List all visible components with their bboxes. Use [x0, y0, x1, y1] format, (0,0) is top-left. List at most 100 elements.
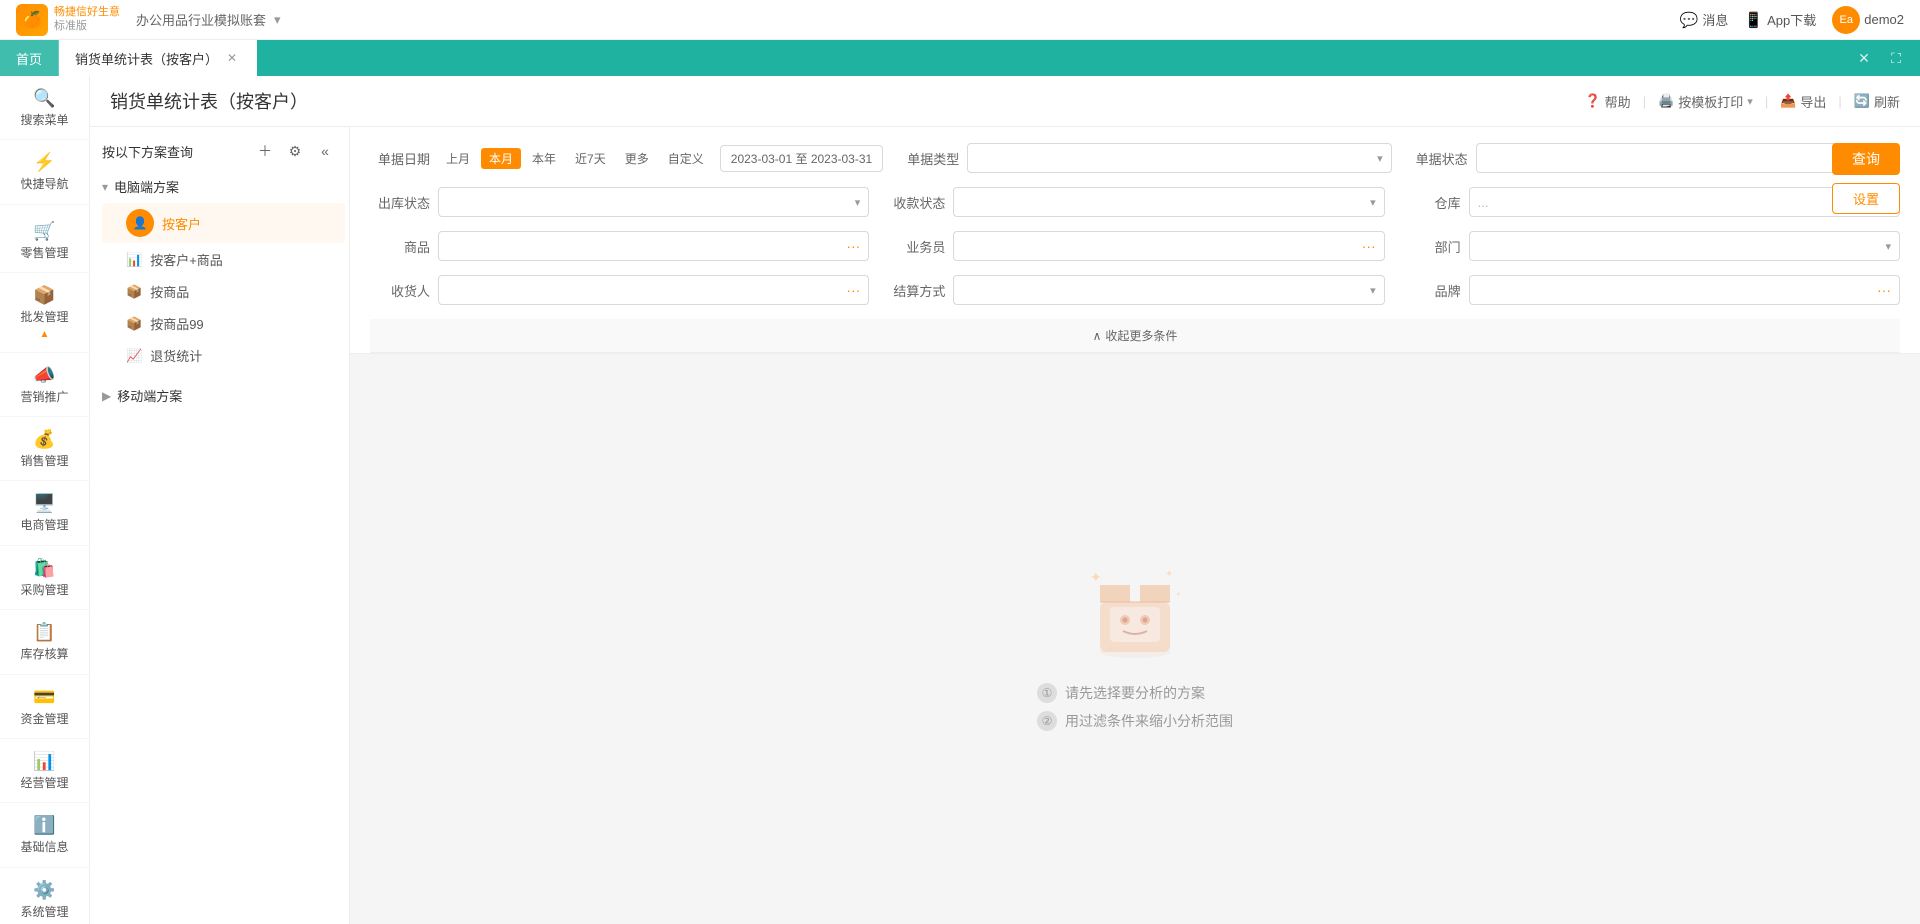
schema-item-return-stats[interactable]: 📈 退货统计	[102, 340, 345, 371]
sidebar-item-basic-info[interactable]: ℹ️ 基础信息	[0, 803, 89, 867]
schema-group-mobile: ▶ 移动端方案	[90, 380, 349, 419]
page-header: 销货单统计表（按客户） ❓ 帮助 | 🖨️ 按模板打印 ▾ | 📤 导出 |	[90, 76, 1920, 127]
receiver-select[interactable]: ···	[438, 275, 869, 305]
active-dot: 👤	[126, 209, 154, 237]
date-tab-last-month[interactable]: 上月	[438, 148, 478, 169]
warehouse-filter: 仓库 ...	[1401, 187, 1900, 217]
right-panel: 单据日期 上月 本月 本年 近7天 更多 自定义 2023-03-01 至 20…	[350, 127, 1920, 924]
ecommerce-icon: 🖥️	[33, 493, 55, 514]
avatar: Ea	[1832, 6, 1860, 34]
filter-settings-button[interactable]: 设置	[1832, 183, 1900, 214]
tab-actions: ✕ ⛶	[1840, 40, 1920, 76]
order-type-label: 单据类型	[899, 149, 959, 168]
tab-fullscreen-button[interactable]: ⛶	[1884, 46, 1908, 70]
payment-status-select[interactable]: ▾	[953, 187, 1384, 217]
order-status-label: 单据状态	[1408, 149, 1468, 168]
product-select[interactable]: ···	[438, 231, 869, 261]
export-button[interactable]: 📤 导出	[1780, 92, 1826, 111]
finance-icon: 💳	[33, 687, 55, 708]
department-dropdown-icon: ▾	[1885, 240, 1891, 253]
salesperson-filter: 业务员 ···	[885, 231, 1384, 261]
quick-nav-icon: ⚡	[33, 152, 55, 173]
help-button[interactable]: ❓ 帮助	[1584, 92, 1630, 111]
collapse-schema-button[interactable]: «	[313, 139, 337, 163]
print-dropdown-icon[interactable]: ▾	[1747, 95, 1753, 108]
tab-home[interactable]: 首页	[0, 40, 59, 76]
filter-row-1: 单据日期 上月 本月 本年 近7天 更多 自定义 2023-03-01 至 20…	[370, 143, 1900, 173]
tab-sales-stats[interactable]: 销货单统计表（按客户） ✕	[59, 40, 257, 76]
date-tab-more[interactable]: 更多	[617, 148, 657, 169]
sales-stats-tab-label: 销货单统计表（按客户）	[75, 49, 218, 68]
main-layout: 🔍 搜索菜单 ⚡ 快捷导航 🛒 零售管理 📦 批发管理 ▲ 📣 营销推广 💰 销…	[0, 76, 1920, 924]
date-tab-this-month[interactable]: 本月	[481, 148, 521, 169]
left-sidebar: 🔍 搜索菜单 ⚡ 快捷导航 🛒 零售管理 📦 批发管理 ▲ 📣 营销推广 💰 销…	[0, 76, 90, 924]
tab-close-all-button[interactable]: ✕	[1852, 46, 1876, 70]
svg-text:✦: ✦	[1165, 569, 1173, 580]
schema-item-by-customer[interactable]: 👤 按客户	[102, 203, 345, 243]
dropdown-icon[interactable]: ▾	[274, 12, 281, 28]
sidebar-item-system[interactable]: ⚙️ 系统管理	[0, 868, 89, 924]
settlement-select[interactable]: ▾	[953, 275, 1384, 305]
schema-item-by-product[interactable]: 📦 按商品	[102, 276, 345, 307]
brand-select[interactable]: ···	[1469, 275, 1900, 305]
refresh-button[interactable]: 🔄 刷新	[1854, 92, 1900, 111]
logo-icon: 🍊	[16, 4, 48, 36]
settings-schema-button[interactable]: ⚙	[283, 139, 307, 163]
date-tab-custom[interactable]: 自定义	[660, 148, 712, 169]
collapse-bar[interactable]: ∧ 收起更多条件	[370, 319, 1900, 353]
order-type-select[interactable]: ▾	[967, 143, 1391, 173]
sidebar-item-finance[interactable]: 💳 资金管理	[0, 675, 89, 739]
date-label: 单据日期	[370, 149, 430, 168]
sidebar-item-sales[interactable]: 💰 销售管理	[0, 417, 89, 481]
salesperson-more-icon: ···	[1362, 238, 1376, 254]
sidebar-item-inventory[interactable]: 📋 库存核算	[0, 610, 89, 674]
order-type-dropdown-icon: ▾	[1377, 152, 1383, 165]
settlement-label: 结算方式	[885, 281, 945, 300]
inventory-icon: 📋	[33, 622, 55, 643]
export-icon: 📤	[1780, 93, 1796, 109]
sidebar-item-wholesale[interactable]: 📦 批发管理 ▲	[0, 273, 89, 352]
sidebar-item-purchase[interactable]: 🛍️ 采购管理	[0, 546, 89, 610]
divider-2: |	[1765, 94, 1768, 109]
tab-close-button[interactable]: ✕	[224, 50, 240, 66]
empty-illustration: ✦ ✦ ✦	[1075, 547, 1195, 667]
page-title: 销货单统计表（按客户）	[110, 88, 308, 114]
collapse-icon: ▶	[102, 389, 111, 403]
salesperson-label: 业务员	[885, 237, 945, 256]
date-tab-last-7[interactable]: 近7天	[567, 148, 614, 169]
sidebar-item-search[interactable]: 🔍 搜索菜单	[0, 76, 89, 140]
warehouse-label: 仓库	[1401, 193, 1461, 212]
hint-num-2: ②	[1037, 711, 1057, 731]
order-type-filter: 单据类型 ▾	[899, 143, 1391, 173]
sidebar-item-retail[interactable]: 🛒 零售管理	[0, 209, 89, 273]
department-select[interactable]: ▾	[1469, 231, 1900, 261]
date-tab-this-year[interactable]: 本年	[524, 148, 564, 169]
settlement-filter: 结算方式 ▾	[885, 275, 1384, 305]
sidebar-item-business[interactable]: 📊 经营管理	[0, 739, 89, 803]
schema-item-by-product-99[interactable]: 📦 按商品99	[102, 308, 345, 339]
brand-filter: 品牌 ···	[1401, 275, 1900, 305]
query-button[interactable]: 查询	[1832, 143, 1900, 175]
schema-item-by-customer-product[interactable]: 📊 按客户+商品	[102, 244, 345, 275]
schema-group-desktop-header[interactable]: ▾ 电脑端方案	[90, 171, 349, 202]
marketing-icon: 📣	[33, 365, 55, 386]
print-button[interactable]: 🖨️ 按模板打印 ▾	[1658, 92, 1753, 111]
date-range-input[interactable]: 2023-03-01 至 2023-03-31	[720, 145, 883, 172]
schema-group-mobile-header[interactable]: ▶ 移动端方案	[90, 380, 349, 411]
sidebar-item-quick-nav[interactable]: ⚡ 快捷导航	[0, 140, 89, 204]
message-button[interactable]: 💬 消息	[1680, 10, 1729, 29]
sidebar-item-marketing[interactable]: 📣 营销推广	[0, 353, 89, 417]
add-schema-button[interactable]: ＋	[253, 139, 277, 163]
message-icon: 💬	[1680, 11, 1699, 29]
system-icon: ⚙️	[33, 880, 55, 901]
empty-state: ✦ ✦ ✦ ① 请先选择要分析的方案 ② 用过滤条件来缩小分析范围	[350, 354, 1920, 924]
app-download-button[interactable]: 📱 App下载	[1744, 10, 1816, 29]
user-menu[interactable]: Ea demo2	[1832, 6, 1904, 34]
salesperson-select[interactable]: ···	[953, 231, 1384, 261]
sidebar-item-ecommerce[interactable]: 🖥️ 电商管理	[0, 481, 89, 545]
payment-status-filter: 收款状态 ▾	[885, 187, 1384, 217]
logo-area[interactable]: 🍊 畅捷信好生意 标准版	[16, 4, 120, 36]
filter-area: 单据日期 上月 本月 本年 近7天 更多 自定义 2023-03-01 至 20…	[350, 127, 1920, 354]
return-stats-icon: 📈	[126, 348, 142, 364]
out-status-select[interactable]: ▾	[438, 187, 869, 217]
